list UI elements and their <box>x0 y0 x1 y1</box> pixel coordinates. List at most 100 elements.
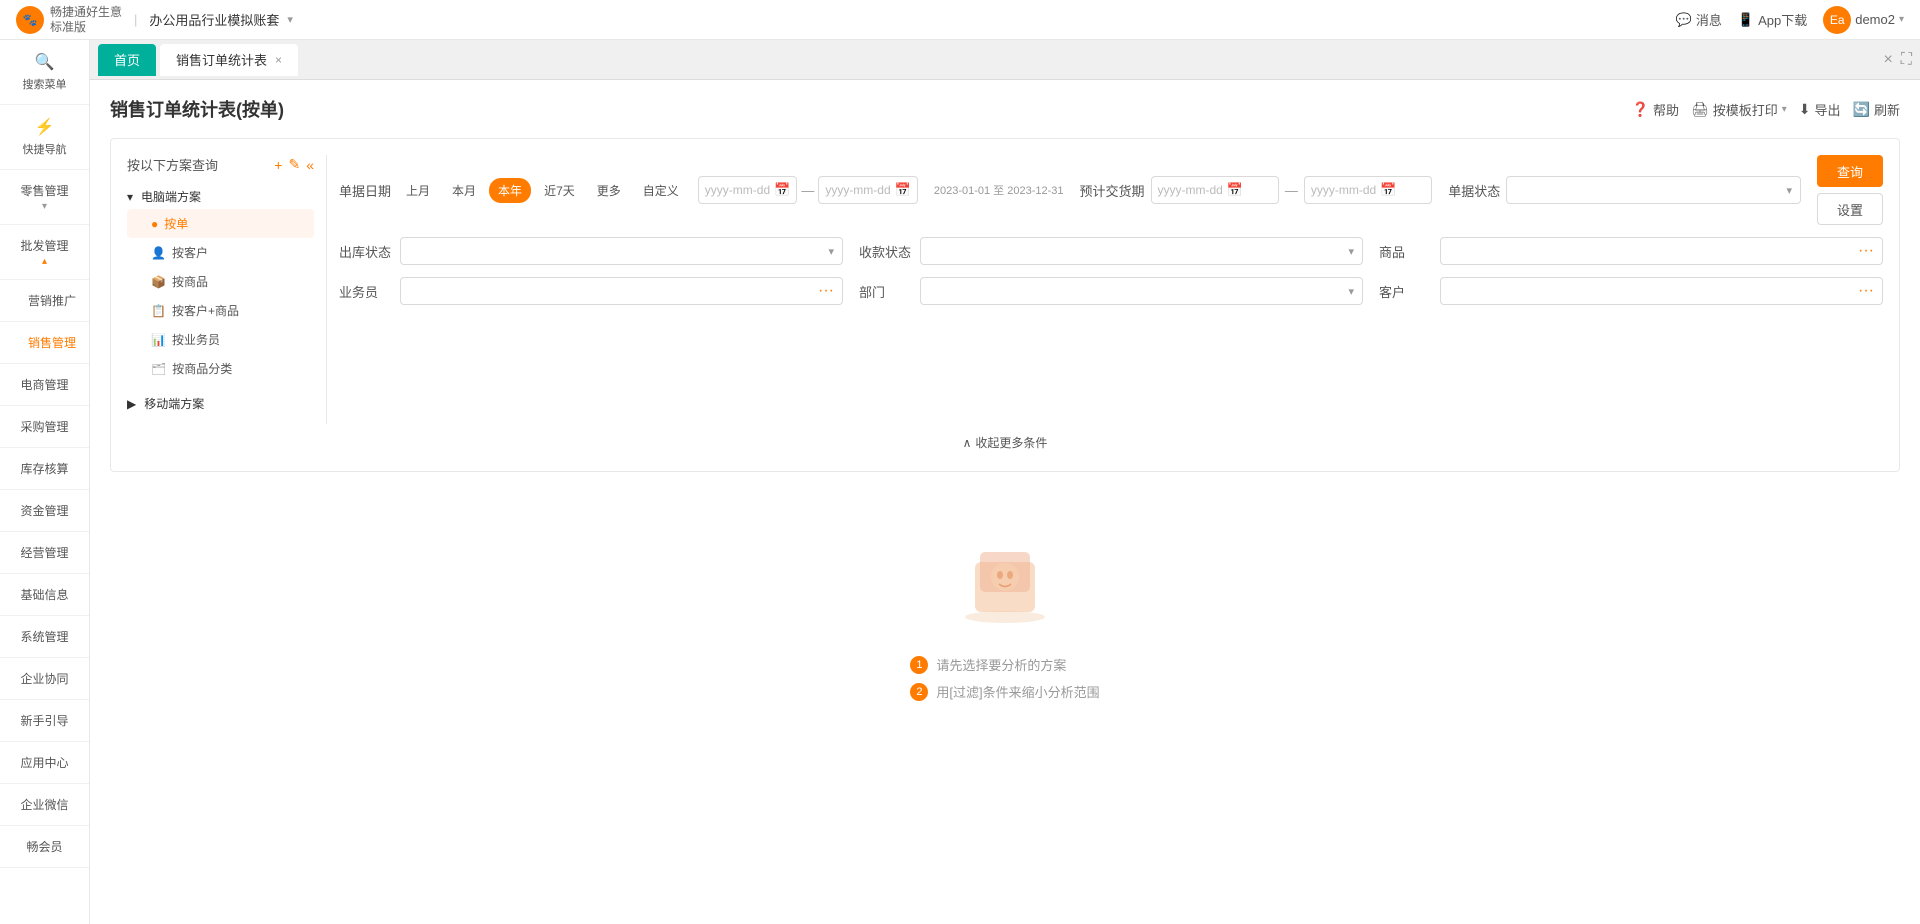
doc-status-select[interactable]: ▾ <box>1506 176 1801 204</box>
date-range-text: 2023-01-01 至 2023-12-31 <box>934 182 1064 198</box>
date-start-input[interactable]: yyyy-mm-dd 📅 <box>698 176 798 204</box>
date-filter-group: 单据日期 上月 本月 本年 近7天 更多 自定义 <box>339 176 918 204</box>
preset-last7[interactable]: 近7天 <box>535 178 584 203</box>
tip-text-1: 请先选择要分析的方案 <box>936 655 1066 674</box>
cal-icon-2: 📅 <box>1380 182 1396 198</box>
sidebar-item-ecommerce[interactable]: 电商管理 <box>0 364 89 406</box>
action-btns: 查询 设置 <box>1817 155 1883 225</box>
print-btn[interactable]: 🖨 按模板打印 ▾ <box>1691 100 1787 119</box>
tab-close-btn[interactable]: × <box>1883 51 1892 69</box>
payment-chevron: ▾ <box>1348 245 1354 258</box>
preset-last-month[interactable]: 上月 <box>397 178 439 203</box>
user-menu[interactable]: Ea demo2 ▾ <box>1823 6 1904 34</box>
scheme-category-mobile-title[interactable]: ▶ 移动端方案 <box>127 391 314 416</box>
scheme-collapse-icon[interactable]: « <box>306 157 314 173</box>
content-area: 首页 销售订单统计表 × × ⛶ 销售订单统计表(按单) ❓ 帮助 <box>90 40 1920 924</box>
scheme-item-by-salesperson[interactable]: 📊 按业务员 <box>127 325 314 354</box>
customer-dots-icon: ··· <box>1858 282 1874 300</box>
expected-date-start[interactable]: yyyy-mm-dd 📅 <box>1151 176 1279 204</box>
tab-home[interactable]: 首页 <box>98 44 156 76</box>
sidebar-item-guide[interactable]: 新手引导 <box>0 700 89 742</box>
collapse-chevron-icon: ∧ <box>963 436 972 450</box>
sidebar-item-search[interactable]: 🔍 搜索菜单 <box>0 40 89 105</box>
date-input-range: yyyy-mm-dd 📅 — yyyy-mm-dd 📅 <box>698 176 918 204</box>
sidebar-item-retail[interactable]: 零售管理 ▾ <box>0 170 89 225</box>
print-dropdown-icon[interactable]: ▾ <box>1782 104 1787 115</box>
cooperation-label: 企业协同 <box>20 670 68 687</box>
scheme-item-by-customer-product[interactable]: 📋 按客户+商品 <box>127 296 314 325</box>
tab-fullscreen-btn[interactable]: ⛶ <box>1901 51 1912 69</box>
wholesale-arrow-icon: ▴ <box>42 256 47 267</box>
page-actions: ❓ 帮助 🖨 按模板打印 ▾ ⬇ 导出 🔄 刷新 <box>1632 100 1900 119</box>
expected-date-group: 预计交货期 yyyy-mm-dd 📅 — yyyy-mm-dd 📅 <box>1080 176 1433 204</box>
tab-bar: 首页 销售订单统计表 × × ⛶ <box>90 40 1920 80</box>
dept-chevron: ▾ <box>1348 285 1354 298</box>
app-download-btn[interactable]: 📱 App下载 <box>1738 10 1807 29</box>
scheme-add-icon[interactable]: + <box>274 157 282 173</box>
sidebar-item-shortcut-label: 快捷导航 <box>23 141 67 157</box>
collapse-conditions-btn[interactable]: ∧ 收起更多条件 <box>127 424 1883 455</box>
marketing-label: 营销推广 <box>16 292 76 309</box>
sidebar-item-wholesale[interactable]: 批发管理 ▴ <box>0 225 89 280</box>
empty-tip-1: 1 请先选择要分析的方案 <box>910 655 1099 674</box>
sidebar-item-procurement[interactable]: 采购管理 <box>0 406 89 448</box>
cal-icon-1: 📅 <box>1227 182 1243 198</box>
filter-row-3: 业务员 ··· 部门 ▾ <box>339 277 1883 305</box>
help-btn[interactable]: ❓ 帮助 <box>1632 100 1679 119</box>
by-product-icon: 📦 <box>151 275 166 289</box>
export-icon: ⬇ <box>1799 101 1811 118</box>
scheme-panel-title: 按以下方案查询 <box>127 155 218 174</box>
settings-button[interactable]: 设置 <box>1817 193 1883 225</box>
scheme-item-by-product[interactable]: 📦 按商品 <box>127 267 314 296</box>
payment-status-group: 收款状态 ▾ <box>859 237 1363 265</box>
scheme-category-pc: ▾ 电脑端方案 ● 按单 👤 按客户 <box>127 184 314 383</box>
sidebar-item-wechat[interactable]: 企业微信 <box>0 784 89 826</box>
scheme-edit-icon[interactable]: ✎ <box>288 156 300 173</box>
payment-status-label: 收款状态 <box>859 242 914 261</box>
sidebar-item-marketing[interactable]: 营销推广 <box>0 280 89 322</box>
workspace-dropdown-icon[interactable]: ▾ <box>287 13 293 26</box>
sidebar-item-inventory[interactable]: 库存核算 <box>0 448 89 490</box>
sidebar-item-system[interactable]: 系统管理 <box>0 616 89 658</box>
shortcut-icon: ⚡ <box>35 117 55 137</box>
scheme-item-by-category[interactable]: 🗂 按商品分类 <box>127 354 314 383</box>
date-presets: 上月 本月 本年 近7天 更多 自定义 <box>397 178 688 203</box>
customer-input[interactable]: ··· <box>1440 277 1883 305</box>
sidebar-item-shortcut[interactable]: ⚡ 快捷导航 <box>0 105 89 170</box>
sidebar-item-member[interactable]: 畅会员 <box>0 826 89 868</box>
salesperson-input[interactable]: ··· <box>400 277 843 305</box>
filter-layout: 按以下方案查询 + ✎ « ▾ 电脑端方案 <box>127 155 1883 424</box>
sidebar-item-operations[interactable]: 经营管理 <box>0 532 89 574</box>
sidebar-item-cooperation[interactable]: 企业协同 <box>0 658 89 700</box>
user-chevron-icon: ▾ <box>1899 14 1904 25</box>
tab-sales-stats-label: 销售订单统计表 <box>176 50 267 69</box>
export-btn[interactable]: ⬇ 导出 <box>1799 100 1841 119</box>
messages-btn[interactable]: 💬 消息 <box>1676 10 1722 29</box>
operations-label: 经营管理 <box>20 544 68 561</box>
scheme-item-by-customer[interactable]: 👤 按客户 <box>127 238 314 267</box>
sidebar-item-appstore[interactable]: 应用中心 <box>0 742 89 784</box>
department-select[interactable]: ▾ <box>920 277 1363 305</box>
delivery-status-select[interactable]: ▾ <box>400 237 843 265</box>
scheme-category-pc-title[interactable]: ▾ 电脑端方案 <box>127 184 314 209</box>
sales-label: 销售管理 <box>16 334 76 351</box>
preset-custom[interactable]: 自定义 <box>634 178 688 203</box>
expected-date-end[interactable]: yyyy-mm-dd 📅 <box>1304 176 1432 204</box>
sidebar-item-basic[interactable]: 基础信息 <box>0 574 89 616</box>
product-input[interactable]: ··· <box>1440 237 1883 265</box>
tab-sales-stats[interactable]: 销售订单统计表 × <box>160 44 298 76</box>
date-end-input[interactable]: yyyy-mm-dd 📅 <box>818 176 918 204</box>
sidebar-item-finance[interactable]: 资金管理 <box>0 490 89 532</box>
preset-this-month[interactable]: 本月 <box>443 178 485 203</box>
breadcrumb-separator: | <box>134 12 137 27</box>
preset-this-year[interactable]: 本年 <box>489 178 531 203</box>
sidebar-item-sales[interactable]: 销售管理 <box>0 322 89 364</box>
scheme-item-by-doc[interactable]: ● 按单 <box>127 209 314 238</box>
refresh-btn[interactable]: 🔄 刷新 <box>1853 100 1900 119</box>
tab-close-icon[interactable]: × <box>275 53 282 67</box>
delivery-status-label: 出库状态 <box>339 242 394 261</box>
preset-more[interactable]: 更多 <box>588 178 630 203</box>
payment-status-select[interactable]: ▾ <box>920 237 1363 265</box>
scheme-category-arrow: ▾ <box>127 190 133 204</box>
query-button[interactable]: 查询 <box>1817 155 1883 187</box>
